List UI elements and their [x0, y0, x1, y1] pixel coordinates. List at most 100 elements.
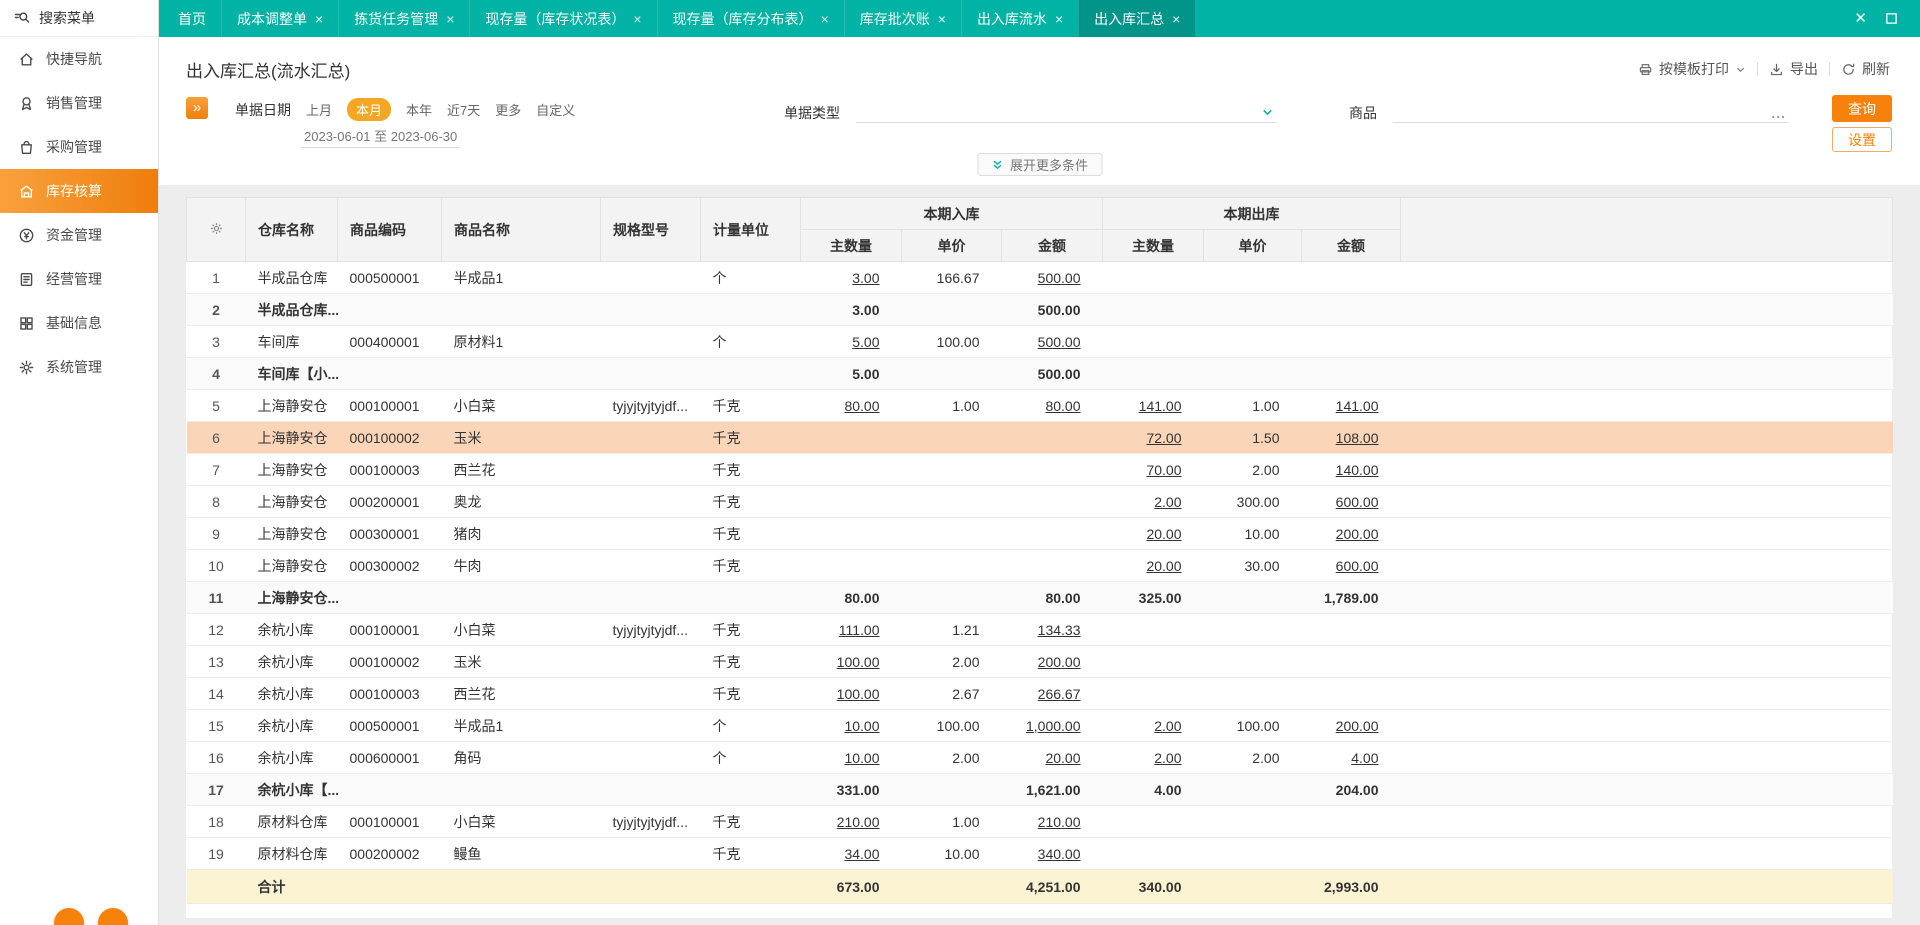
- col-out-qty[interactable]: 主数量: [1102, 229, 1204, 262]
- drilldown-link[interactable]: 340.00: [1038, 846, 1081, 862]
- drilldown-link[interactable]: 210.00: [837, 814, 880, 830]
- col-name[interactable]: 商品名称: [441, 197, 601, 262]
- tab-close-icon[interactable]: ×: [1172, 12, 1180, 26]
- table-row[interactable]: 16 余杭小库 000600001 角码 个 10.00 2.00 20.00 2.00 2.00…: [186, 741, 1893, 774]
- sidebar-item-baseinfo[interactable]: 基础信息: [0, 301, 158, 345]
- table-row[interactable]: 10 上海静安仓 000300002 牛肉 千克 20.00 30.00 600.00: [186, 549, 1893, 582]
- drilldown-link[interactable]: 20.00: [1146, 526, 1181, 542]
- drilldown-link[interactable]: 10.00: [844, 718, 879, 734]
- sidebar-item-sales[interactable]: 销售管理: [0, 81, 158, 125]
- refresh-button[interactable]: 刷新: [1841, 59, 1890, 79]
- date-option[interactable]: 本月: [347, 98, 392, 121]
- drilldown-link[interactable]: 141.00: [1336, 398, 1379, 414]
- drilldown-link[interactable]: 500.00: [1038, 270, 1081, 286]
- drilldown-link[interactable]: 500.00: [1038, 334, 1081, 350]
- table-row[interactable]: 9 上海静安仓 000300001 猪肉 千克 20.00 10.00 200.00: [186, 517, 1893, 550]
- drilldown-link[interactable]: 80.00: [1045, 398, 1080, 414]
- drilldown-link[interactable]: 200.00: [1038, 654, 1081, 670]
- close-icon[interactable]: ✕: [1854, 11, 1867, 26]
- table-row[interactable]: 19 原材料仓库 000200002 鳗鱼 千克 34.00 10.00 340.00: [186, 837, 1893, 870]
- drilldown-link[interactable]: 2.00: [1154, 494, 1181, 510]
- product-input[interactable]: ...: [1393, 99, 1788, 123]
- table-row[interactable]: 5 上海静安仓 000100001 小白菜 tyjyjtyjtyjdf... 千克 80.0…: [186, 389, 1893, 422]
- chevron-down-icon[interactable]: [1261, 106, 1274, 119]
- sidebar-item-inventory[interactable]: 库存核算: [0, 169, 158, 213]
- drilldown-link[interactable]: 80.00: [844, 398, 879, 414]
- table-row[interactable]: 11 上海静安仓... 80.00 80.00 325.00 1,789.00: [186, 581, 1893, 614]
- col-unit[interactable]: 计量单位: [700, 197, 801, 262]
- col-in-price[interactable]: 单价: [901, 229, 1002, 262]
- col-in-amount[interactable]: 金额: [1001, 229, 1103, 262]
- date-to-value[interactable]: 2023-06-30: [391, 129, 458, 144]
- doctype-select[interactable]: [856, 99, 1276, 123]
- table-row[interactable]: 8 上海静安仓 000200001 奥龙 千克 2.00 300.00 600.00: [186, 485, 1893, 518]
- tab[interactable]: 拣货任务管理 ×: [338, 0, 469, 37]
- drilldown-link[interactable]: 141.00: [1139, 398, 1182, 414]
- col-code[interactable]: 商品编码: [337, 197, 442, 262]
- date-from-value[interactable]: 2023-06-01: [304, 129, 371, 144]
- table-row[interactable]: 1 半成品仓库 000500001 半成品1 个 3.00 166.67 500.00: [186, 261, 1893, 294]
- drilldown-link[interactable]: 134.33: [1038, 622, 1081, 638]
- tab[interactable]: 库存批次账 ×: [843, 0, 961, 37]
- collapse-filters-button[interactable]: »: [186, 97, 208, 119]
- drilldown-link[interactable]: 3.00: [852, 270, 879, 286]
- col-spec[interactable]: 规格型号: [600, 197, 701, 262]
- tab[interactable]: 现存量（库存分布表） ×: [656, 0, 844, 37]
- table-row[interactable]: 4 车间库【小... 5.00 500.00: [186, 357, 1893, 390]
- export-button[interactable]: 导出: [1769, 59, 1818, 79]
- tab[interactable]: 出入库流水 ×: [960, 0, 1078, 37]
- drilldown-link[interactable]: 600.00: [1336, 494, 1379, 510]
- table-row[interactable]: 3 车间库 000400001 原材料1 个 5.00 100.00 500.00: [186, 325, 1893, 358]
- table-row[interactable]: 15 余杭小库 000500001 半成品1 个 10.00 100.00 1,000.00 2…: [186, 709, 1893, 742]
- drilldown-link[interactable]: 72.00: [1146, 430, 1181, 446]
- date-option[interactable]: 自定义: [536, 100, 575, 119]
- table-row[interactable]: 14 余杭小库 000100003 西兰花 千克 100.00 2.67 266.67: [186, 677, 1893, 710]
- sidebar-item-nav[interactable]: 快捷导航: [0, 37, 158, 81]
- total-row[interactable]: 合计 673.00 4,251.00 340.00 2,993.00: [186, 869, 1893, 904]
- sidebar-search[interactable]: 搜索菜单: [0, 0, 158, 37]
- drilldown-link[interactable]: 111.00: [839, 622, 880, 638]
- drilldown-link[interactable]: 210.00: [1038, 814, 1081, 830]
- drilldown-link[interactable]: 600.00: [1336, 558, 1379, 574]
- tab-close-icon[interactable]: ×: [938, 12, 946, 26]
- table-row[interactable]: 18 原材料仓库 000100001 小白菜 tyjyjtyjtyjdf... 千克 210…: [186, 805, 1893, 838]
- sidebar-item-purchase[interactable]: 采购管理: [0, 125, 158, 169]
- floating-chat-button[interactable]: [54, 908, 84, 925]
- tab[interactable]: 出入库汇总 ×: [1078, 0, 1196, 37]
- gear-icon[interactable]: [209, 221, 224, 236]
- print-by-template-button[interactable]: 按模板打印: [1638, 59, 1746, 79]
- drilldown-link[interactable]: 4.00: [1351, 750, 1378, 766]
- drilldown-link[interactable]: 200.00: [1336, 526, 1379, 542]
- drilldown-link[interactable]: 266.67: [1038, 686, 1081, 702]
- col-out-amount[interactable]: 金额: [1301, 229, 1401, 262]
- expand-more-conditions-button[interactable]: 展开更多条件: [976, 153, 1103, 176]
- date-option[interactable]: 近7天: [447, 100, 480, 119]
- sidebar-item-operations[interactable]: 经营管理: [0, 257, 158, 301]
- drilldown-link[interactable]: 2.00: [1154, 750, 1181, 766]
- col-warehouse[interactable]: 仓库名称: [245, 197, 338, 262]
- tab-close-icon[interactable]: ×: [633, 12, 641, 26]
- fullscreen-icon[interactable]: [1885, 12, 1898, 25]
- query-button[interactable]: 查询: [1832, 95, 1892, 122]
- col-in-qty[interactable]: 主数量: [800, 229, 902, 262]
- sidebar-item-funds[interactable]: 资金管理: [0, 213, 158, 257]
- table-row[interactable]: 13 余杭小库 000100002 玉米 千克 100.00 2.00 200.00: [186, 645, 1893, 678]
- drilldown-link[interactable]: 1,000.00: [1026, 718, 1081, 734]
- drilldown-link[interactable]: 70.00: [1146, 462, 1181, 478]
- drilldown-link[interactable]: 5.00: [852, 334, 879, 350]
- drilldown-link[interactable]: 20.00: [1045, 750, 1080, 766]
- drilldown-link[interactable]: 10.00: [844, 750, 879, 766]
- drilldown-link[interactable]: 2.00: [1154, 718, 1181, 734]
- drilldown-link[interactable]: 20.00: [1146, 558, 1181, 574]
- drilldown-link[interactable]: 108.00: [1336, 430, 1379, 446]
- drilldown-link[interactable]: 140.00: [1336, 462, 1379, 478]
- tab[interactable]: 成本调整单 ×: [221, 0, 338, 37]
- table-row[interactable]: 2 半成品仓库... 3.00 500.00: [186, 293, 1893, 326]
- col-out-price[interactable]: 单价: [1203, 229, 1302, 262]
- more-options-icon[interactable]: ...: [1771, 106, 1786, 120]
- drilldown-link[interactable]: 200.00: [1336, 718, 1379, 734]
- tab[interactable]: 首页: [163, 0, 221, 37]
- settings-button[interactable]: 设置: [1832, 127, 1892, 152]
- table-row[interactable]: 7 上海静安仓 000100003 西兰花 千克 70.00 2.00 140.00: [186, 453, 1893, 486]
- tab-close-icon[interactable]: ×: [1055, 12, 1063, 26]
